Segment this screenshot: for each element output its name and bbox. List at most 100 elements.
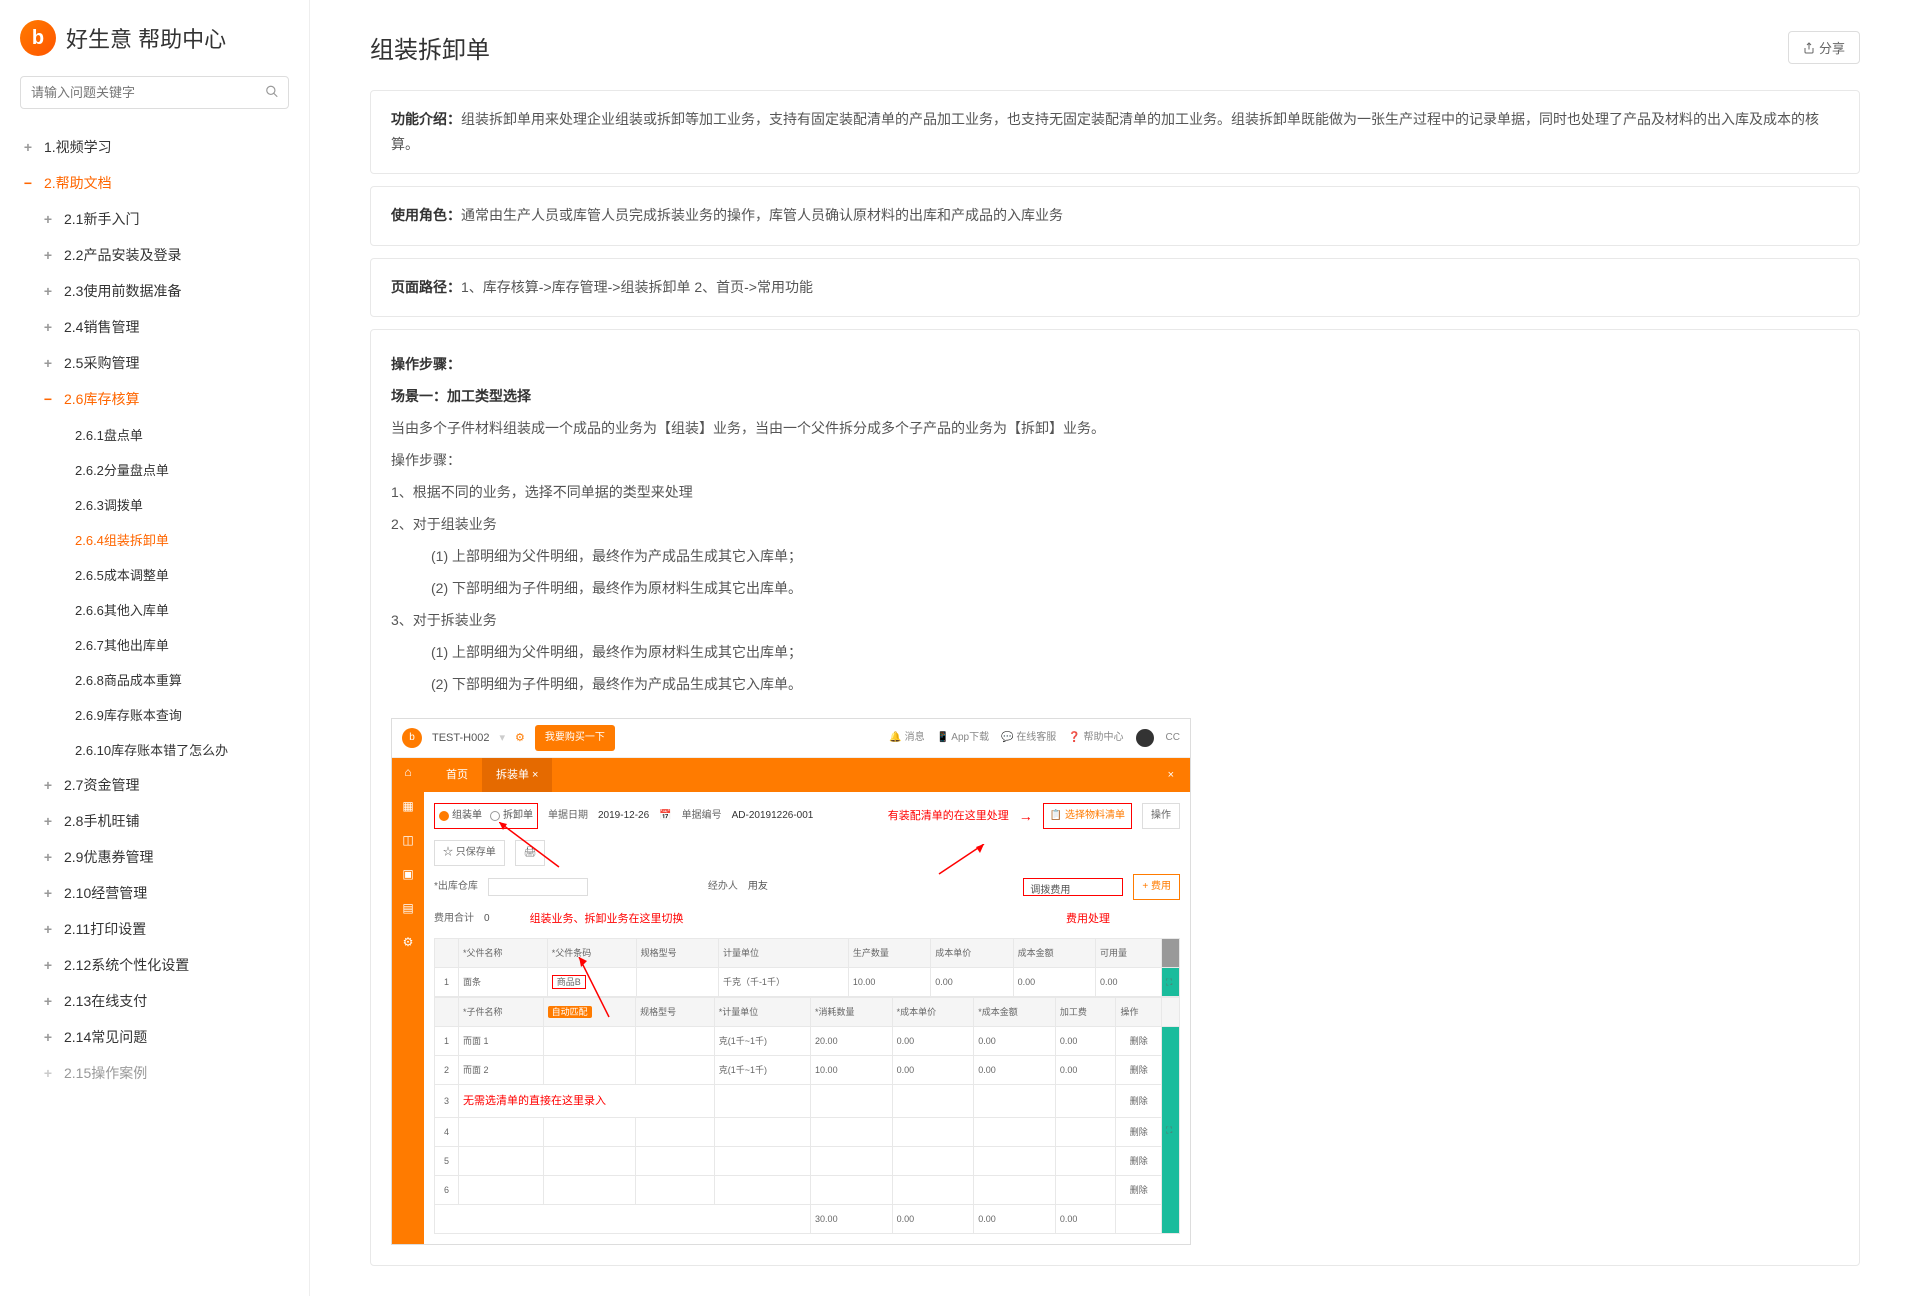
search-box <box>20 76 289 109</box>
anno-fee: 费用处理 <box>1066 908 1110 930</box>
spec-button[interactable]: 📋 选择物料清单 <box>1043 803 1132 829</box>
nav-2-6-10[interactable]: 2.6.10库存账本错了怎么办 <box>20 732 289 767</box>
sync-button[interactable]: ☆ 只保存单 <box>434 840 505 866</box>
nav-2-6-3[interactable]: 2.6.3调拨单 <box>20 487 289 522</box>
nav-2-6-7[interactable]: 2.6.7其他出库单 <box>20 627 289 662</box>
table-row[interactable]: 6删除 <box>435 1175 1180 1204</box>
intro-box: 功能介绍：组装拆卸单用来处理企业组装或拆卸等加工业务，支持有固定装配清单的产品加… <box>370 90 1860 174</box>
logo-area: b 好生意 帮助中心 <box>20 20 289 56</box>
bag-icon[interactable]: ▣ <box>400 866 416 882</box>
child-table: *子件名称 自动匹配 规格型号 *计量单位 *消耗数量 *成本单价 *成本金额 … <box>434 997 1180 1234</box>
nav-2-7[interactable]: 2.7资金管理 <box>20 767 289 803</box>
plus-icon <box>40 319 56 335</box>
cost-input[interactable]: 调拨费用 <box>1023 878 1123 896</box>
nav-2-6-9[interactable]: 2.6.9库存账本查询 <box>20 697 289 732</box>
plus-icon <box>40 283 56 299</box>
page-header: 组装拆卸单 分享 <box>370 30 1860 65</box>
nav-2-6-1[interactable]: 2.6.1盘点单 <box>20 417 289 452</box>
nav-2-4[interactable]: 2.4销售管理 <box>20 309 289 345</box>
app-sidebar: ⌂ ▦ ◫ ▣ ▤ ⚙ <box>392 758 424 1244</box>
share-icon <box>1803 42 1815 54</box>
page-title: 组装拆卸单 <box>370 30 490 65</box>
fee-button[interactable]: + 费用 <box>1133 874 1180 900</box>
company-name: TEST-H002 <box>432 727 489 749</box>
nav-2-6-6[interactable]: 2.6.6其他入库单 <box>20 592 289 627</box>
nav-2-8[interactable]: 2.8手机旺铺 <box>20 803 289 839</box>
nav-video[interactable]: 1.视频学习 <box>20 129 289 165</box>
search-input[interactable] <box>20 76 289 109</box>
plus-icon <box>40 957 56 973</box>
plus-icon <box>20 139 36 155</box>
plus-icon <box>40 1065 56 1081</box>
app-topbar: b TEST-H002 ▾ ⚙ 我要购买一下 🔔 消息 📱 App下载 💬 在线… <box>392 719 1190 758</box>
plus-icon <box>40 993 56 1009</box>
app-logo-icon: b <box>402 728 422 748</box>
minus-icon <box>20 175 36 191</box>
table-row[interactable]: 1 面条 商品B 千克（千-1千） 10.00 0.00 0.00 <box>435 967 1180 996</box>
nav-2-3[interactable]: 2.3使用前数据准备 <box>20 273 289 309</box>
minus-icon <box>40 391 56 407</box>
nav-2-6-5[interactable]: 2.6.5成本调整单 <box>20 557 289 592</box>
app-screenshot: b TEST-H002 ▾ ⚙ 我要购买一下 🔔 消息 📱 App下载 💬 在线… <box>391 718 1191 1245</box>
plus-icon <box>40 355 56 371</box>
table-row[interactable]: 1而面 1克(1千~1千)20.000.000.000.00删除⛶ <box>435 1026 1180 1055</box>
nav-2-9[interactable]: 2.9优惠券管理 <box>20 839 289 875</box>
nav-list: 1.视频学习 2.帮助文档 2.1新手入门 2.2产品安装及登录 2.3使用前数… <box>20 129 289 1091</box>
nav-2-1[interactable]: 2.1新手入门 <box>20 201 289 237</box>
trial-button[interactable]: 我要购买一下 <box>535 725 615 751</box>
nav-2-6-8[interactable]: 2.6.8商品成本重算 <box>20 662 289 697</box>
close-icon[interactable]: × <box>1160 760 1182 790</box>
box-icon[interactable]: ◫ <box>400 832 416 848</box>
totals-row: 30.000.000.000.00 <box>435 1204 1180 1233</box>
plus-icon <box>40 885 56 901</box>
plus-icon <box>40 247 56 263</box>
doc-icon[interactable]: ▦ <box>400 798 416 814</box>
anno-input: 无需选清单的直接在这里录入 <box>463 1095 606 1107</box>
table-row[interactable]: 5删除 <box>435 1146 1180 1175</box>
nav-2-10[interactable]: 2.10经营管理 <box>20 875 289 911</box>
parent-table: *父件名称 *父件条码 规格型号 计量单位 生产数量 成本单价 成本金额 可用量 <box>434 938 1180 997</box>
sidebar: b 好生意 帮助中心 1.视频学习 2.帮助文档 2.1新手入门 2.2产品安装… <box>0 0 310 1296</box>
search-icon[interactable] <box>265 84 279 101</box>
nav-2-12[interactable]: 2.12系统个性化设置 <box>20 947 289 983</box>
anno-switch: 组装业务、拆卸业务在这里切换 <box>530 908 684 930</box>
gear-icon[interactable]: ⚙ <box>400 934 416 950</box>
share-button[interactable]: 分享 <box>1788 31 1860 64</box>
logo-text: 好生意 帮助中心 <box>66 22 226 54</box>
avatar[interactable] <box>1136 729 1154 747</box>
plus-icon <box>40 777 56 793</box>
table-row[interactable]: 2而面 2克(1千~1千)10.000.000.000.00删除 <box>435 1055 1180 1084</box>
print-button[interactable]: 🖨 <box>515 840 546 866</box>
nav-2-13[interactable]: 2.13在线支付 <box>20 983 289 1019</box>
plus-icon <box>40 211 56 227</box>
plus-icon <box>40 921 56 937</box>
home-icon[interactable]: ⌂ <box>400 764 416 780</box>
nav-2-6-4[interactable]: 2.6.4组装拆卸单 <box>20 522 289 557</box>
nav-2-5[interactable]: 2.5采购管理 <box>20 345 289 381</box>
msg-link[interactable]: 🔔 消息 <box>889 728 924 748</box>
nav-2-11[interactable]: 2.11打印设置 <box>20 911 289 947</box>
op-button[interactable]: 操作 <box>1142 803 1180 829</box>
nav-2-2[interactable]: 2.2产品安装及登录 <box>20 237 289 273</box>
nav-docs[interactable]: 2.帮助文档 <box>20 165 289 201</box>
nav-2-6[interactable]: 2.6库存核算 <box>20 381 289 417</box>
service-link[interactable]: 💬 在线客服 <box>1001 728 1056 748</box>
nav-2-6-2[interactable]: 2.6.2分量盘点单 <box>20 452 289 487</box>
tab-home[interactable]: 首页 <box>432 758 482 792</box>
plus-icon <box>40 1029 56 1045</box>
anno-spec: 有装配清单的在这里处理 <box>888 805 1009 827</box>
logo-icon: b <box>20 20 56 56</box>
table-row[interactable]: 4删除 <box>435 1117 1180 1146</box>
nav-2-15[interactable]: 2.15操作案例 <box>20 1055 289 1091</box>
role-box: 使用角色：通常由生产人员或库管人员完成拆装业务的操作，库管人员确认原材料的出库和… <box>370 186 1860 245</box>
tab-current[interactable]: 拆装单 × <box>482 758 552 792</box>
username: CC <box>1166 728 1180 748</box>
type-radio-group[interactable]: 组装单 拆卸单 <box>434 803 538 829</box>
cart-icon[interactable]: ▤ <box>400 900 416 916</box>
nav-2-14[interactable]: 2.14常见问题 <box>20 1019 289 1055</box>
screenshot-area: b TEST-H002 ▾ ⚙ 我要购买一下 🔔 消息 📱 App下载 💬 在线… <box>391 718 1839 1245</box>
download-link[interactable]: 📱 App下载 <box>937 728 989 748</box>
table-row[interactable]: 3无需选清单的直接在这里录入删除 <box>435 1084 1180 1117</box>
warehouse-input[interactable] <box>488 878 588 896</box>
help-link[interactable]: ❓ 帮助中心 <box>1068 728 1123 748</box>
